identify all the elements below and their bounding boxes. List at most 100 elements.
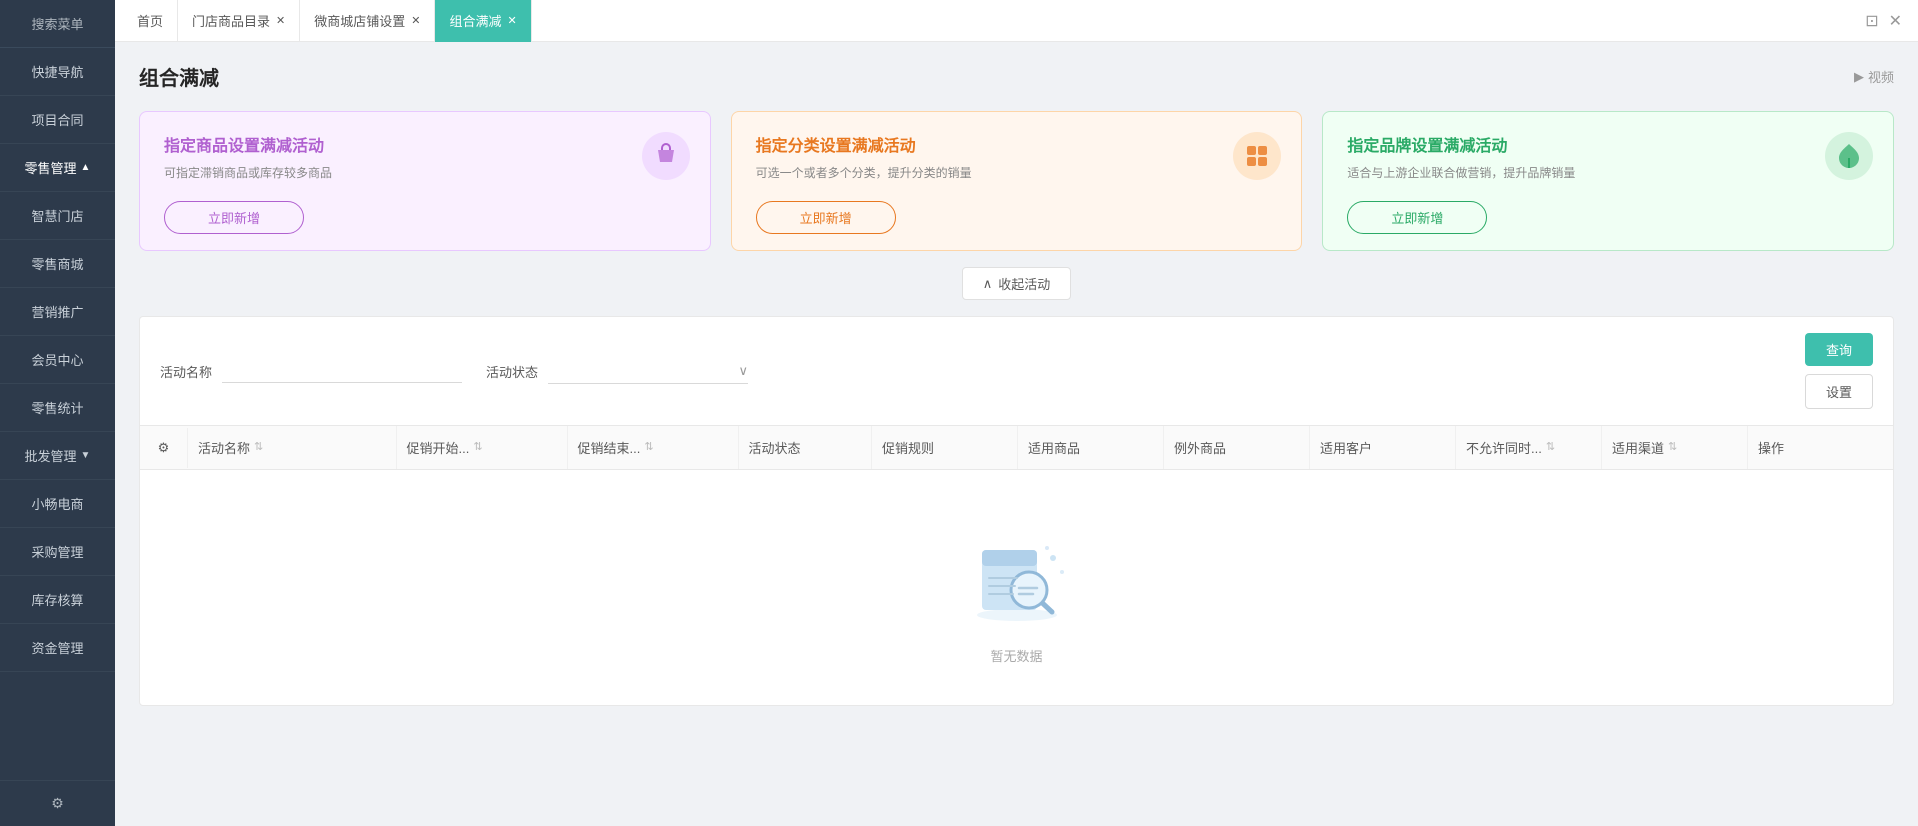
page-content: 组合满减 ▶ 视频 指定商品设置满减活动 可指定滞销商品或库存较多商品 (115, 42, 1918, 826)
th-channel[interactable]: 适用渠道 ⇅ (1602, 426, 1748, 469)
th-end-sort: ⇅ (644, 442, 653, 453)
category-card-btn[interactable]: 立即新增 (756, 201, 896, 234)
empty-illustration (957, 530, 1077, 630)
collapse-chevron-icon: ∧ (983, 276, 993, 292)
product-card-title: 指定商品设置满减活动 (164, 132, 686, 156)
tab-store-catalog-close[interactable]: ✕ (276, 14, 285, 27)
wholesale-mgmt-arrow: ▼ (81, 450, 91, 461)
sidebar-item-marketing[interactable]: 营销推广 (0, 288, 115, 336)
collapse-button[interactable]: ∧ 收起活动 (962, 267, 1072, 300)
empty-state: 暂无数据 (140, 470, 1893, 705)
product-card-desc: 可指定滞销商品或库存较多商品 (164, 164, 686, 183)
table-wrapper: ⚙ 活动名称 ⇅ 促销开始... ⇅ 促销结束... ⇅ 活动状态 (139, 425, 1894, 706)
tab-wechat-store[interactable]: 微商城店铺设置 ✕ (300, 0, 435, 42)
tab-wechat-store-close[interactable]: ✕ (411, 14, 420, 27)
empty-text: 暂无数据 (990, 646, 1042, 665)
video-link[interactable]: ▶ 视频 (1854, 67, 1894, 86)
th-gear[interactable]: ⚙ (140, 428, 188, 468)
filter-name-item: 活动名称 (160, 359, 462, 383)
sidebar-search[interactable]: 搜索菜单 (0, 0, 115, 48)
table-header: ⚙ 活动名称 ⇅ 促销开始... ⇅ 促销结束... ⇅ 活动状态 (140, 426, 1893, 470)
th-status-label: 活动状态 (749, 438, 801, 457)
sidebar-item-wholesale-mgmt[interactable]: 批发管理 ▼ (0, 432, 115, 480)
page-title: 组合满减 (139, 62, 219, 91)
th-conflict[interactable]: 不允许同时... ⇅ (1456, 426, 1602, 469)
brand-card-btn[interactable]: 立即新增 (1347, 201, 1487, 234)
sidebar-item-smart-store[interactable]: 智慧门店 (0, 192, 115, 240)
main-area: 首页 门店商品目录 ✕ 微商城店铺设置 ✕ 组合满减 ✕ ⊡ ✕ 组合满减 ▶ … (115, 0, 1918, 826)
th-rule: 促销规则 (872, 426, 1018, 469)
settings-icon-btn[interactable]: ⚙ (0, 780, 115, 826)
brand-card-title: 指定品牌设置满减活动 (1347, 132, 1869, 156)
sidebar-item-quick-nav[interactable]: 快捷导航 (0, 48, 115, 96)
th-conflict-sort: ⇅ (1546, 442, 1555, 453)
tab-store-catalog-label: 门店商品目录 (192, 11, 270, 30)
category-card-icon (1233, 132, 1281, 189)
sidebar-item-retail-mgmt[interactable]: 零售管理 ▲ (0, 144, 115, 192)
th-except: 例外商品 (1164, 426, 1310, 469)
filter-buttons: 查询 设置 (1805, 333, 1873, 409)
th-name[interactable]: 活动名称 ⇅ (188, 426, 397, 469)
th-channel-label: 适用渠道 (1612, 438, 1664, 457)
product-card-btn[interactable]: 立即新增 (164, 201, 304, 234)
th-name-sort: ⇅ (254, 442, 263, 453)
table-gear-icon: ⚙ (158, 440, 170, 456)
brand-card: 指定品牌设置满减活动 适合与上游企业联合做营销，提升品牌销量 立即新增 (1322, 111, 1894, 251)
th-name-label: 活动名称 (198, 438, 250, 457)
window-close[interactable]: ✕ (1889, 11, 1902, 31)
category-card-title: 指定分类设置满减活动 (756, 132, 1278, 156)
page-header: 组合满减 ▶ 视频 (139, 62, 1894, 91)
product-card: 指定商品设置满减活动 可指定滞销商品或库存较多商品 立即新增 (139, 111, 711, 251)
brand-card-icon (1825, 132, 1873, 189)
sidebar-item-finance[interactable]: 资金管理 (0, 624, 115, 672)
th-goods: 适用商品 (1018, 426, 1164, 469)
chevron-down-icon: ∨ (739, 363, 749, 379)
tab-combo-discount[interactable]: 组合满减 ✕ (435, 0, 531, 42)
window-maximize[interactable]: ⊡ (1865, 11, 1878, 31)
sidebar-item-retail-mall[interactable]: 零售商城 (0, 240, 115, 288)
tab-store-catalog[interactable]: 门店商品目录 ✕ (178, 0, 300, 42)
th-action-label: 操作 (1758, 438, 1784, 457)
tab-combo-discount-close[interactable]: ✕ (508, 14, 517, 27)
category-card: 指定分类设置满减活动 可选一个或者多个分类，提升分类的销量 立即新增 (731, 111, 1303, 251)
play-icon: ▶ (1854, 69, 1864, 85)
filter-name-input[interactable] (222, 359, 462, 383)
filter-status-item: 活动状态 ∨ (486, 359, 748, 384)
filter-name-label: 活动名称 (160, 362, 212, 381)
th-channel-sort: ⇅ (1668, 442, 1677, 453)
th-start-sort: ⇅ (473, 442, 482, 453)
sidebar-item-inventory[interactable]: 库存核算 (0, 576, 115, 624)
collapse-bar: ∧ 收起活动 (139, 267, 1894, 300)
tab-wechat-store-label: 微商城店铺设置 (314, 11, 405, 30)
cards-row: 指定商品设置满减活动 可指定滞销商品或库存较多商品 立即新增 指定分类设置满减活… (139, 111, 1894, 251)
th-start-label: 促销开始... (407, 438, 470, 457)
tab-bar: 首页 门店商品目录 ✕ 微商城店铺设置 ✕ 组合满减 ✕ ⊡ ✕ (115, 0, 1918, 42)
sidebar-item-retail-stats[interactable]: 零售统计 (0, 384, 115, 432)
tab-combo-discount-label: 组合满减 (449, 11, 501, 30)
th-action: 操作 (1748, 426, 1893, 469)
th-end[interactable]: 促销结束... ⇅ (568, 426, 739, 469)
filter-row: 活动名称 活动状态 ∨ 查询 设置 (139, 316, 1894, 425)
sidebar-item-purchase-mgmt[interactable]: 采购管理 (0, 528, 115, 576)
tab-home[interactable]: 首页 (123, 0, 178, 42)
video-label: 视频 (1868, 67, 1894, 86)
th-start[interactable]: 促销开始... ⇅ (397, 426, 568, 469)
th-except-label: 例外商品 (1174, 438, 1226, 457)
product-card-icon (642, 132, 690, 189)
sidebar-item-project-contract[interactable]: 项目合同 (0, 96, 115, 144)
th-conflict-label: 不允许同时... (1466, 438, 1542, 457)
settings-button[interactable]: 设置 (1805, 374, 1873, 409)
th-customer: 适用客户 (1310, 426, 1456, 469)
th-status: 活动状态 (739, 426, 873, 469)
th-end-label: 促销结束... (578, 438, 641, 457)
window-controls: ⊡ ✕ (1865, 11, 1910, 31)
filter-status-select[interactable]: ∨ (548, 359, 748, 384)
query-button[interactable]: 查询 (1805, 333, 1873, 366)
tab-home-label: 首页 (137, 11, 163, 30)
filter-status-label: 活动状态 (486, 362, 538, 381)
brand-card-desc: 适合与上游企业联合做营销，提升品牌销量 (1347, 164, 1869, 183)
sidebar-item-membership[interactable]: 会员中心 (0, 336, 115, 384)
sidebar-item-xc-ecommerce[interactable]: 小畅电商 (0, 480, 115, 528)
category-card-desc: 可选一个或者多个分类，提升分类的销量 (756, 164, 1278, 183)
th-goods-label: 适用商品 (1028, 438, 1080, 457)
